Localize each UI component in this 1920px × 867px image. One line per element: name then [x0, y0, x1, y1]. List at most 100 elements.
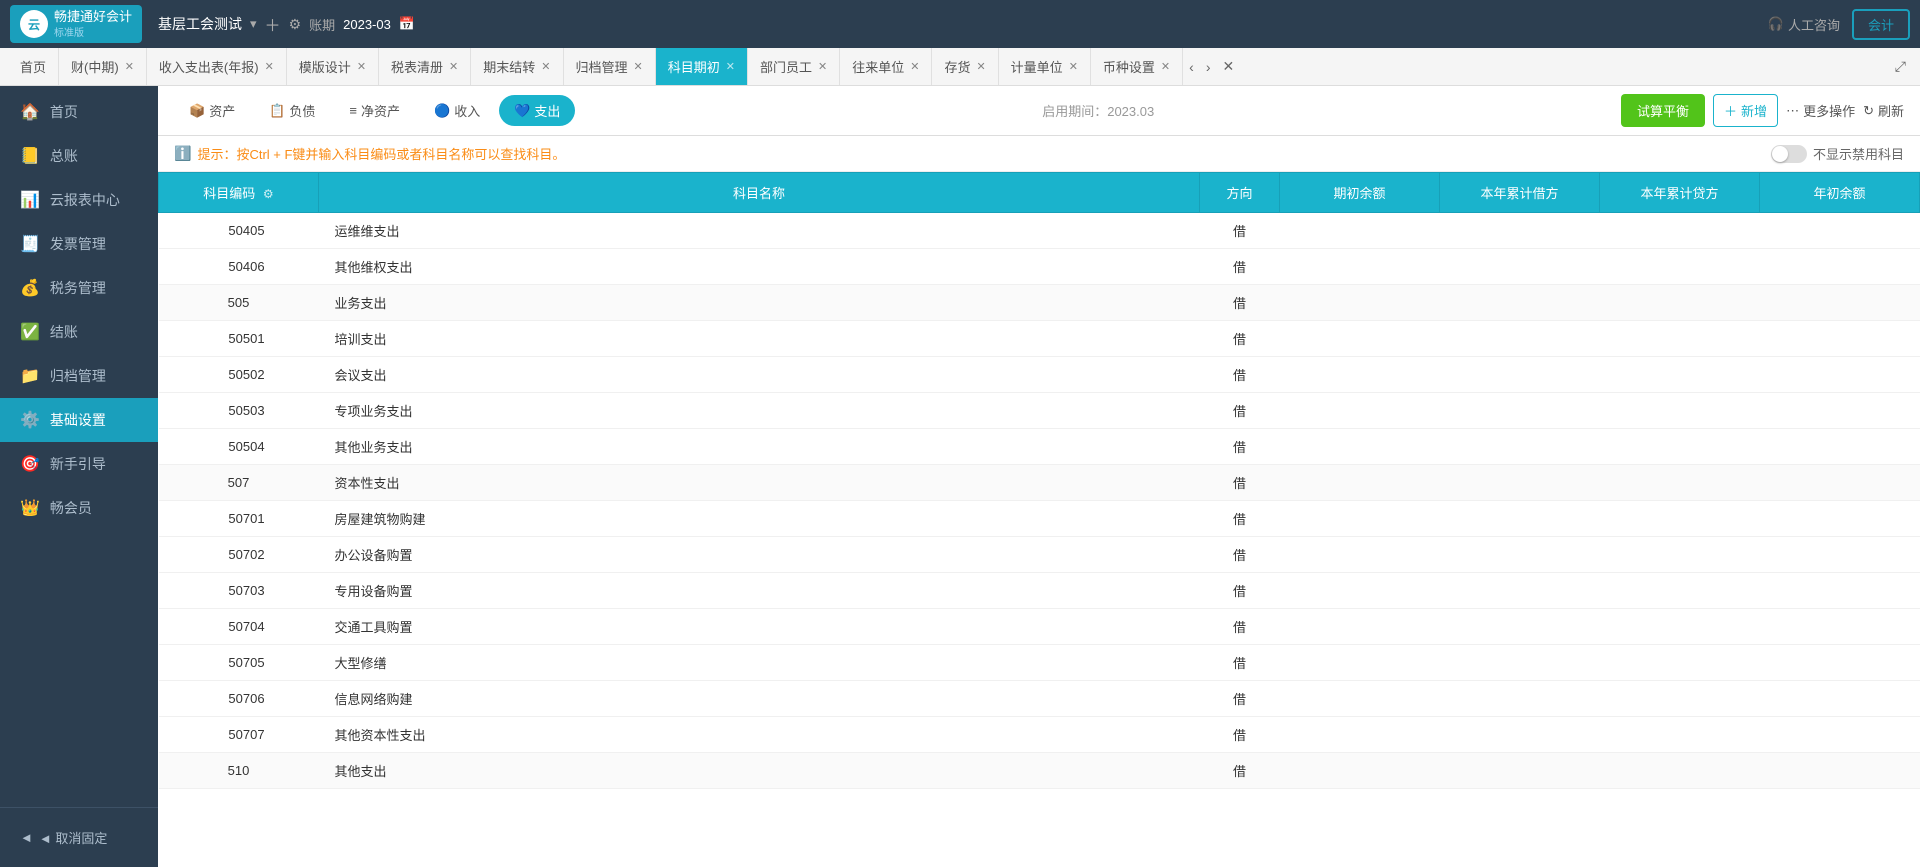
tab-contacts[interactable]: 往来单位 ✕ [840, 48, 932, 86]
table-row[interactable]: 50405 运维维支出 借 [159, 213, 1920, 249]
column-settings-icon[interactable]: ⚙ [263, 187, 274, 201]
sidebar-collapse-button[interactable]: ◄ ◄ 取消固定 [0, 818, 158, 857]
tab-tax-table[interactable]: 税表清册 ✕ [379, 48, 471, 86]
tab-period-end[interactable]: 期末结转 ✕ [471, 48, 563, 86]
tab-close-icon[interactable]: ✕ [976, 60, 985, 73]
tab-template-design[interactable]: 模版设计 ✕ [287, 48, 379, 86]
table-row[interactable]: 50406 其他维权支出 借 [159, 249, 1920, 285]
member-icon: 👑 [20, 498, 40, 518]
sub-tab-income[interactable]: 🔵 收入 [419, 95, 495, 126]
tab-inventory[interactable]: 存货 ✕ [932, 48, 998, 86]
sub-tab-expense[interactable]: 💙 支出 [499, 95, 575, 126]
info-tip: ℹ️ 提示：按Ctrl + F键并输入科目编码或者科目名称可以查找科目。 [174, 144, 1761, 163]
table-row[interactable]: 50701 房屋建筑物购建 借 [159, 501, 1920, 537]
sidebar-item-settings[interactable]: ⚙️ 基础设置 [0, 398, 158, 442]
tab-close-icon[interactable]: ✕ [449, 60, 458, 73]
account-button[interactable]: 会计 [1852, 9, 1910, 40]
sidebar-item-archive[interactable]: 📁 归档管理 [0, 354, 158, 398]
table-row[interactable]: 50706 信息网络购建 借 [159, 681, 1920, 717]
cell-direction: 借 [1200, 501, 1280, 537]
tab-department[interactable]: 部门员工 ✕ [748, 48, 840, 86]
sub-tab-liability[interactable]: 📋 负债 [254, 95, 330, 126]
tab-expand-icon[interactable]: ⤢ [1889, 54, 1912, 79]
workspace-add-icon[interactable]: ＋ [265, 12, 281, 36]
sidebar-label-reports: 云报表中心 [50, 190, 120, 210]
sidebar-item-checkout[interactable]: ✅ 结账 [0, 310, 158, 354]
table-row[interactable]: 50504 其他业务支出 借 [159, 429, 1920, 465]
more-button[interactable]: ⋯ 更多操作 [1786, 101, 1855, 120]
tab-close-icon[interactable]: ✕ [357, 60, 366, 73]
cell-ytd-credit [1600, 753, 1760, 789]
refresh-button[interactable]: ↻ 刷新 [1863, 101, 1904, 120]
sub-tab-bar: 📦 资产 📋 负债 ≡ 净资产 🔵 收入 💙 支出 启用期间：2023.03 [158, 86, 1920, 136]
tab-close-icon[interactable]: ✕ [910, 60, 919, 73]
tab-close-icon[interactable]: ✕ [541, 60, 550, 73]
cell-direction: 借 [1200, 357, 1280, 393]
reports-icon: 📊 [20, 190, 40, 210]
balance-button[interactable]: 试算平衡 [1621, 94, 1705, 127]
period-badge: 启用期间：2023.03 [1042, 101, 1154, 120]
tab-close-icon[interactable]: ✕ [634, 60, 643, 73]
sub-tab-asset[interactable]: 📦 资产 [174, 95, 250, 126]
tab-close-icon[interactable]: ✕ [1069, 60, 1078, 73]
sidebar-item-invoice[interactable]: 🧾 发票管理 [0, 222, 158, 266]
table-row[interactable]: 50501 培训支出 借 [159, 321, 1920, 357]
tab-close-icon[interactable]: ✕ [818, 60, 827, 73]
table-row[interactable]: 50707 其他资本性支出 借 [159, 717, 1920, 753]
logo-area[interactable]: 云 畅捷通好会计 标准版 [10, 5, 142, 44]
workspace-settings-icon[interactable]: ⚙ [289, 16, 302, 33]
tab-close-icon[interactable]: ✕ [265, 60, 274, 73]
cell-ytd-credit [1600, 609, 1760, 645]
cell-year-start [1760, 609, 1920, 645]
cell-ytd-debit [1440, 285, 1600, 321]
table-row[interactable]: 50703 专用设备购置 借 [159, 573, 1920, 609]
table-row[interactable]: 50702 办公设备购置 借 [159, 537, 1920, 573]
table-row[interactable]: 510 其他支出 借 [159, 753, 1920, 789]
tab-subject-initial[interactable]: 科目期初 ✕ [656, 48, 748, 86]
tab-currency[interactable]: 币种设置 ✕ [1091, 48, 1183, 86]
settings-icon: ⚙️ [20, 410, 40, 430]
workspace-name[interactable]: 基层工会测试 [158, 14, 242, 34]
sidebar-item-ledger[interactable]: 📒 总账 [0, 134, 158, 178]
table-row[interactable]: 50503 专项业务支出 借 [159, 393, 1920, 429]
cell-name: 会议支出 [319, 357, 1200, 393]
tab-income-annual[interactable]: 收入支出表(年报) ✕ [147, 48, 287, 86]
tab-home[interactable]: 首页 [8, 48, 59, 86]
tab-next-icon[interactable]: › [1200, 55, 1217, 79]
sidebar-item-home[interactable]: 🏠 首页 [0, 90, 158, 134]
sidebar-label-home: 首页 [50, 102, 78, 122]
tab-financial-mid[interactable]: 财(中期) ✕ [59, 48, 147, 86]
disabled-subject-toggle[interactable] [1771, 145, 1807, 163]
sidebar-item-tax[interactable]: 💰 税务管理 [0, 266, 158, 310]
expense-icon: 💙 [514, 103, 530, 119]
sidebar-item-member[interactable]: 👑 畅会员 [0, 486, 158, 530]
cell-code: 50705 [159, 645, 319, 681]
toolbar: ℹ️ 提示：按Ctrl + F键并输入科目编码或者科目名称可以查找科目。 不显示… [158, 136, 1920, 172]
checkout-icon: ✅ [20, 322, 40, 342]
support-button[interactable]: 🎧 人工咨询 [1768, 15, 1840, 34]
info-icon: ℹ️ [174, 145, 191, 162]
sub-tab-equity[interactable]: ≡ 净资产 [334, 95, 415, 126]
tab-prev-icon[interactable]: ‹ [1183, 55, 1200, 79]
table-row[interactable]: 507 资本性支出 借 [159, 465, 1920, 501]
table-row[interactable]: 50502 会议支出 借 [159, 357, 1920, 393]
tab-close-icon[interactable]: ✕ [1161, 60, 1170, 73]
sidebar-item-guide[interactable]: 🎯 新手引导 [0, 442, 158, 486]
cell-year-start [1760, 501, 1920, 537]
cell-ytd-debit [1440, 213, 1600, 249]
tab-close-icon[interactable]: ✕ [125, 60, 134, 73]
tab-close-icon[interactable]: ✕ [726, 60, 735, 73]
cell-initial-balance [1280, 285, 1440, 321]
tab-archive[interactable]: 归档管理 ✕ [564, 48, 656, 86]
tab-close-all-icon[interactable]: ✕ [1216, 54, 1240, 79]
add-button[interactable]: ＋ 新增 [1713, 94, 1778, 127]
table-row[interactable]: 50705 大型修缮 借 [159, 645, 1920, 681]
sidebar-item-reports[interactable]: 📊 云报表中心 [0, 178, 158, 222]
table-row[interactable]: 505 业务支出 借 [159, 285, 1920, 321]
calendar-icon[interactable]: 📅 [399, 16, 415, 32]
workspace-dropdown-icon[interactable]: ▾ [250, 16, 257, 32]
logo-text-block: 畅捷通好会计 标准版 [54, 9, 132, 40]
table-row[interactable]: 50704 交通工具购置 借 [159, 609, 1920, 645]
cell-ytd-debit [1440, 753, 1600, 789]
tab-unit[interactable]: 计量单位 ✕ [999, 48, 1091, 86]
